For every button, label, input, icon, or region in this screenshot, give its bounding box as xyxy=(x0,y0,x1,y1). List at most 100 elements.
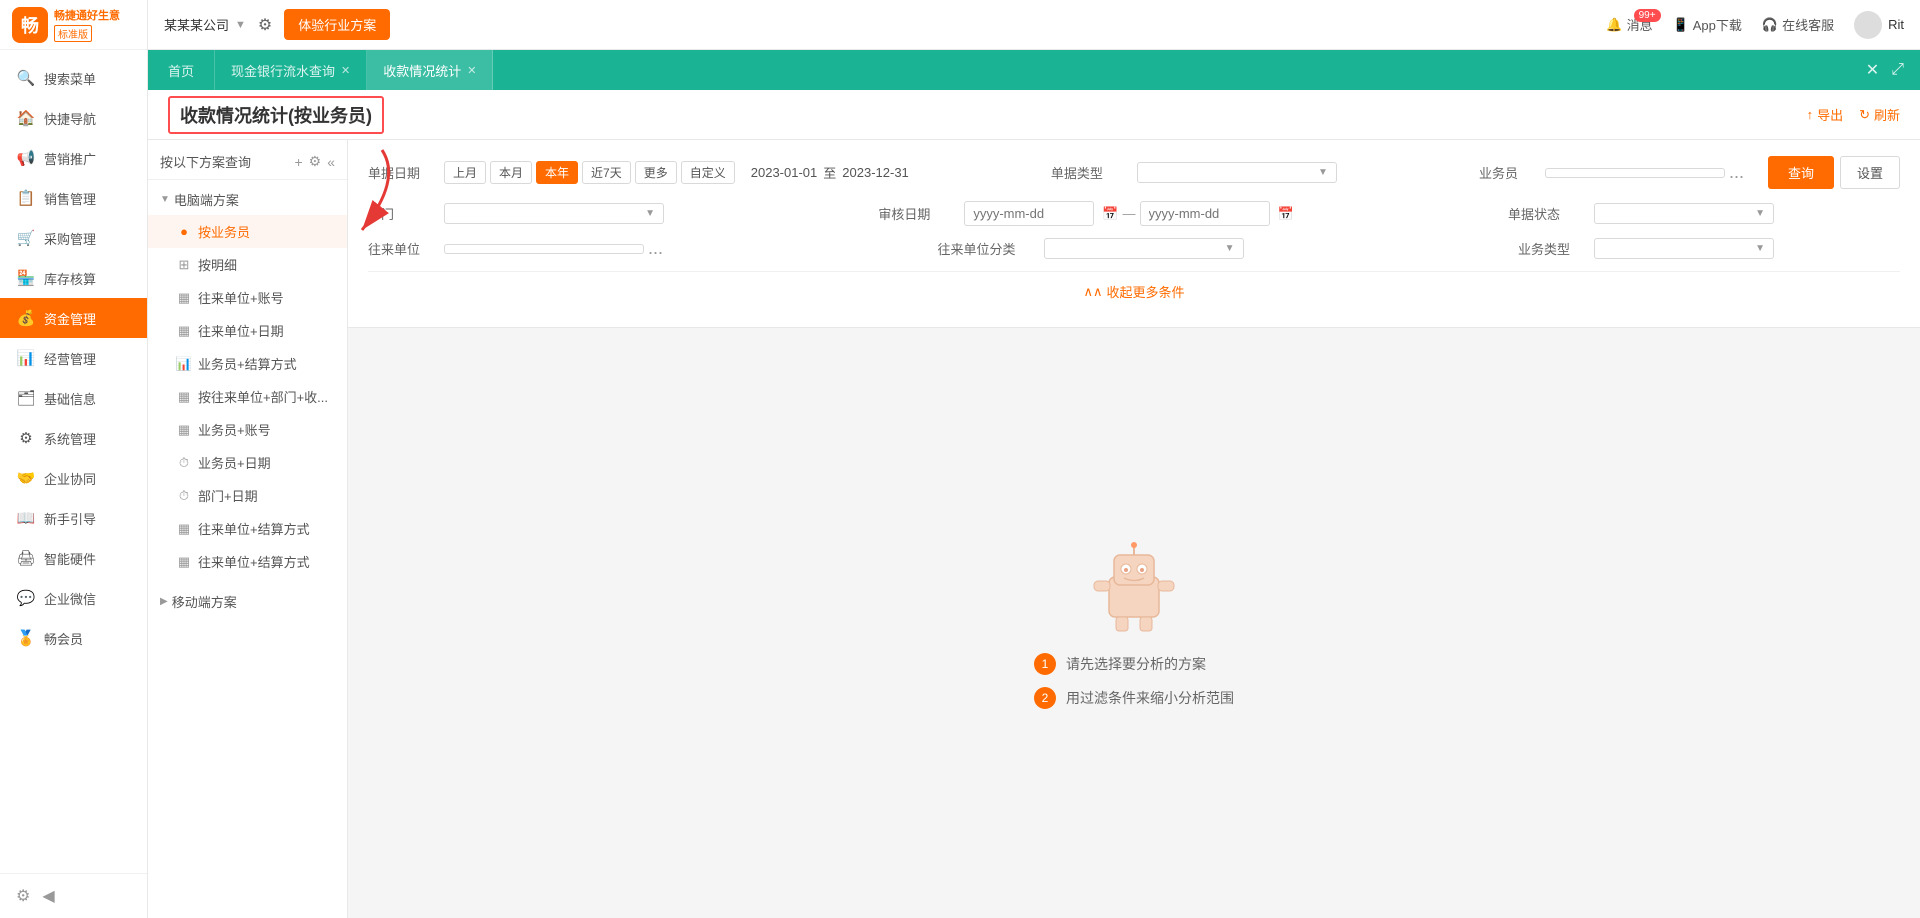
query-btn[interactable]: 查询 xyxy=(1768,156,1834,189)
panel-item-staff-settle[interactable]: 📊 业务员+结算方式 xyxy=(148,347,347,380)
review-date-area: 📅 — 📅 xyxy=(964,201,1293,226)
staff-select-area: ... xyxy=(1545,162,1744,183)
panel-item-by-detail[interactable]: ⊞ 按明细 xyxy=(148,248,347,281)
tab-collection[interactable]: 收款情况统计 ✕ xyxy=(367,50,493,90)
clock2-icon: ⏱ xyxy=(176,488,192,504)
partner-label: 往来单位 xyxy=(368,239,428,258)
sidebar-item-enterprise[interactable]: 🤝 企业协同 xyxy=(0,458,147,498)
voucher-type-label: 单据类型 xyxy=(1051,163,1121,182)
bell-icon: 🔔 xyxy=(1606,17,1622,33)
scheme-settings-btn[interactable]: ⚙ xyxy=(309,153,322,170)
panel-item-partner-account[interactable]: ▦ 往来单位+账号 xyxy=(148,281,347,314)
message-btn[interactable]: 🔔 消息 99+ xyxy=(1606,15,1652,34)
user-dropdown-arrow[interactable]: ▼ xyxy=(235,19,246,31)
date-range: 2023-01-01 至 2023-12-31 xyxy=(751,163,909,182)
mobile-section-title[interactable]: ▶ 移动端方案 xyxy=(148,586,347,617)
trial-btn[interactable]: 体验行业方案 xyxy=(284,9,390,40)
user-display-name: Rit xyxy=(1888,17,1904,32)
sidebar-item-inventory[interactable]: 🏪 库存核算 xyxy=(0,258,147,298)
user-profile-area[interactable]: Rit xyxy=(1854,11,1904,39)
panel-item-partner-date[interactable]: ▦ 往来单位+日期 xyxy=(148,314,347,347)
date-btn-custom[interactable]: 自定义 xyxy=(681,161,735,184)
date-btn-last-month[interactable]: 上月 xyxy=(444,161,486,184)
staff-select[interactable] xyxy=(1545,168,1725,178)
review-date-start[interactable] xyxy=(964,201,1094,226)
table3-icon: ▦ xyxy=(176,389,192,405)
sidebar-item-marketing[interactable]: 📢 营销推广 xyxy=(0,138,147,178)
filter-row-3: 往来单位 ... 往来单位分类 ▼ 业务类型 xyxy=(368,238,1900,259)
refresh-btn[interactable]: ↻ 刷新 xyxy=(1859,105,1900,124)
review-date-calendar-end[interactable]: 📅 xyxy=(1278,206,1294,222)
partner-type-dropdown-arrow: ▼ xyxy=(1225,243,1235,254)
empty-state: 1 请先选择要分析的方案 2 用过滤条件来缩小分析范围 xyxy=(348,328,1920,918)
date-btn-this-year[interactable]: 本年 xyxy=(536,161,578,184)
pc-section-title[interactable]: ▼ 电脑端方案 xyxy=(148,184,347,215)
add-scheme-btn[interactable]: + xyxy=(294,154,302,170)
sidebar-item-member[interactable]: 🏅 畅会员 xyxy=(0,618,147,658)
sidebar-item-guide[interactable]: 📖 新手引导 xyxy=(0,498,147,538)
review-date-end[interactable] xyxy=(1140,201,1270,226)
panel-item-staff-date[interactable]: ⏱ 业务员+日期 xyxy=(148,446,347,479)
tab-bank[interactable]: 现金银行流水查询 ✕ xyxy=(215,50,367,90)
sidebar-item-search[interactable]: 🔍 搜索菜单 xyxy=(0,58,147,98)
export-btn[interactable]: ↑ 导出 xyxy=(1807,105,1844,124)
headset-icon: 🎧 xyxy=(1762,17,1778,33)
collapse-sidebar-icon[interactable]: ◀ xyxy=(42,886,54,906)
sidebar-item-finance[interactable]: 💰 资金管理 xyxy=(0,298,147,338)
sidebar-item-quicknav[interactable]: 🏠 快捷导航 xyxy=(0,98,147,138)
app-download-btn[interactable]: 📱 App下载 xyxy=(1673,15,1742,34)
tab-bank-close[interactable]: ✕ xyxy=(341,64,350,77)
table2-icon: ▦ xyxy=(176,323,192,339)
sidebar-item-system[interactable]: ⚙ 系统管理 xyxy=(0,418,147,458)
collapse-more-btn[interactable]: ∧∧ 收起更多条件 xyxy=(368,271,1900,311)
sidebar-item-wechat[interactable]: 💬 企业微信 xyxy=(0,578,147,618)
member-icon: 🏅 xyxy=(16,628,36,648)
biz-type-select[interactable]: ▼ xyxy=(1594,238,1774,259)
date-btn-7days[interactable]: 近7天 xyxy=(582,161,631,184)
page-actions: ↑ 导出 ↻ 刷新 xyxy=(1807,105,1900,124)
panel-item-by-staff[interactable]: ● 按业务员 xyxy=(148,215,347,248)
purchase-icon: 🛒 xyxy=(16,228,36,248)
partner-select[interactable] xyxy=(444,244,644,254)
partner-type-select[interactable]: ▼ xyxy=(1044,238,1244,259)
staff-more-btn[interactable]: ... xyxy=(1729,162,1744,183)
sales-icon: 📋 xyxy=(16,188,36,208)
dept-dropdown-arrow: ▼ xyxy=(645,208,655,219)
search-icon: 🔍 xyxy=(16,68,36,88)
sidebar-item-purchase[interactable]: 🛒 采购管理 xyxy=(0,218,147,258)
panel-item-partner-settle1[interactable]: ▦ 往来单位+结算方式 xyxy=(148,512,347,545)
partner-more-btn[interactable]: ... xyxy=(648,238,663,259)
sidebar-item-basic[interactable]: 🗂 基础信息 xyxy=(0,378,147,418)
tab-home[interactable]: 首页 xyxy=(148,50,215,90)
panel-header-actions: + ⚙ « xyxy=(294,153,335,170)
panel-item-partner-settle2[interactable]: ▦ 往来单位+结算方式 xyxy=(148,545,347,578)
voucher-status-select[interactable]: ▼ xyxy=(1594,203,1774,224)
settings-footer-icon[interactable]: ⚙ xyxy=(16,886,30,906)
panel-item-staff-account[interactable]: ▦ 业务员+账号 xyxy=(148,413,347,446)
sidebar-item-hardware[interactable]: 🖨 智能硬件 xyxy=(0,538,147,578)
tab-collection-close[interactable]: ✕ xyxy=(467,64,476,77)
topbar-gear-icon[interactable]: ⚙ xyxy=(258,15,272,35)
settings-btn[interactable]: 设置 xyxy=(1840,156,1900,189)
voucher-type-dropdown-arrow: ▼ xyxy=(1318,167,1328,178)
date-btn-more[interactable]: 更多 xyxy=(635,161,677,184)
dept-label: 部门 xyxy=(368,204,428,223)
panel-item-dept-date[interactable]: ⏱ 部门+日期 xyxy=(148,479,347,512)
sidebar-item-sales[interactable]: 📋 销售管理 xyxy=(0,178,147,218)
sidebar-item-operation[interactable]: 📊 经营管理 xyxy=(0,338,147,378)
close-window-btn[interactable]: ✕ xyxy=(1866,60,1879,80)
hardware-icon: 🖨 xyxy=(16,548,36,568)
date-quick-btns: 上月 本月 本年 近7天 更多 自定义 xyxy=(444,161,735,184)
tabbar-actions: ✕ ⤢ xyxy=(1866,50,1920,90)
date-btn-this-month[interactable]: 本月 xyxy=(490,161,532,184)
review-date-calendar-start[interactable]: 📅 xyxy=(1102,206,1118,222)
user-circle-icon: ● xyxy=(176,224,192,240)
online-service-btn[interactable]: 🎧 在线客服 xyxy=(1762,15,1834,34)
date-sep: 至 xyxy=(823,163,836,182)
collapse-panel-btn[interactable]: « xyxy=(327,154,335,170)
panel-item-partner-dept[interactable]: ▦ 按往来单位+部门+收... xyxy=(148,380,347,413)
expand-window-btn[interactable]: ⤢ xyxy=(1891,61,1904,79)
voucher-type-select[interactable]: ▼ xyxy=(1137,162,1337,183)
right-main: 单据日期 上月 本月 本年 近7天 更多 自定义 2023-01-01 至 20… xyxy=(348,140,1920,918)
dept-select[interactable]: ▼ xyxy=(444,203,664,224)
